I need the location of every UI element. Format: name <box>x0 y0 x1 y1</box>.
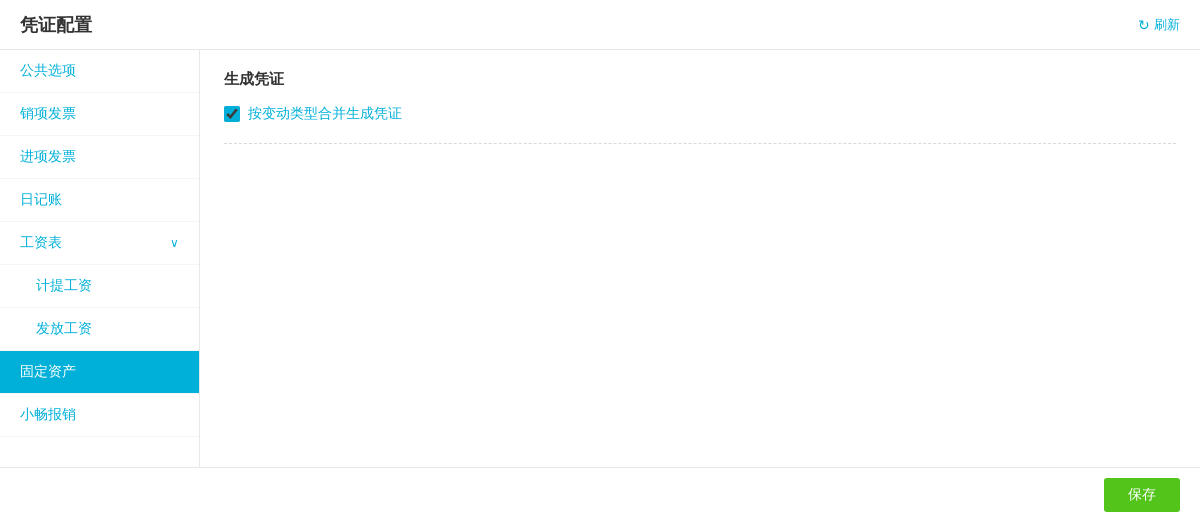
checkbox-row: 按变动类型合并生成凭证 <box>224 105 1176 123</box>
main-layout: 公共选项销项发票进项发票日记账工资表 ∨ 计提工资发放工资固定资产小畅报销 生成凭证… <box>0 50 1200 467</box>
chevron-down-icon: ∨ <box>170 236 179 250</box>
sidebar-label-journal: 日记账 <box>20 191 62 209</box>
sidebar-item-accrual[interactable]: 计提工资 <box>0 265 199 308</box>
refresh-label: 刷新 <box>1154 16 1180 34</box>
sidebar-item-public[interactable]: 公共选项 <box>0 50 199 93</box>
sidebar-item-journal[interactable]: 日记账 <box>0 179 199 222</box>
sidebar: 公共选项销项发票进项发票日记账工资表 ∨ 计提工资发放工资固定资产小畅报销 <box>0 50 200 467</box>
merge-checkbox[interactable] <box>224 106 240 122</box>
sidebar-label-purchase-invoice: 进项发票 <box>20 148 76 166</box>
sidebar-label-payment: 发放工资 <box>36 320 92 338</box>
sidebar-label-expense: 小畅报销 <box>20 406 76 424</box>
sidebar-label-fixed-assets: 固定资产 <box>20 363 76 381</box>
save-button[interactable]: 保存 <box>1104 478 1180 512</box>
sidebar-item-payment[interactable]: 发放工资 <box>0 308 199 351</box>
sidebar-item-purchase-invoice[interactable]: 进项发票 <box>0 136 199 179</box>
page-header: 凭证配置 ↻ 刷新 <box>0 0 1200 50</box>
sidebar-item-payroll[interactable]: 工资表 ∨ <box>0 222 199 265</box>
sidebar-item-sales-invoice[interactable]: 销项发票 <box>0 93 199 136</box>
sidebar-item-fixed-assets[interactable]: 固定资产 <box>0 351 199 394</box>
sidebar-item-expense[interactable]: 小畅报销 <box>0 394 199 437</box>
sidebar-label-payroll: 工资表 <box>20 234 62 252</box>
content-area: 生成凭证 按变动类型合并生成凭证 <box>200 50 1200 467</box>
refresh-icon: ↻ <box>1138 17 1150 33</box>
refresh-button[interactable]: ↻ 刷新 <box>1138 16 1180 34</box>
section-divider <box>224 143 1176 144</box>
sidebar-label-accrual: 计提工资 <box>36 277 92 295</box>
section-title: 生成凭证 <box>224 70 1176 89</box>
page-title: 凭证配置 <box>20 13 92 37</box>
page-footer: 保存 <box>0 467 1200 522</box>
checkbox-label[interactable]: 按变动类型合并生成凭证 <box>248 105 402 123</box>
sidebar-label-sales-invoice: 销项发票 <box>20 105 76 123</box>
sidebar-label-public: 公共选项 <box>20 62 76 80</box>
